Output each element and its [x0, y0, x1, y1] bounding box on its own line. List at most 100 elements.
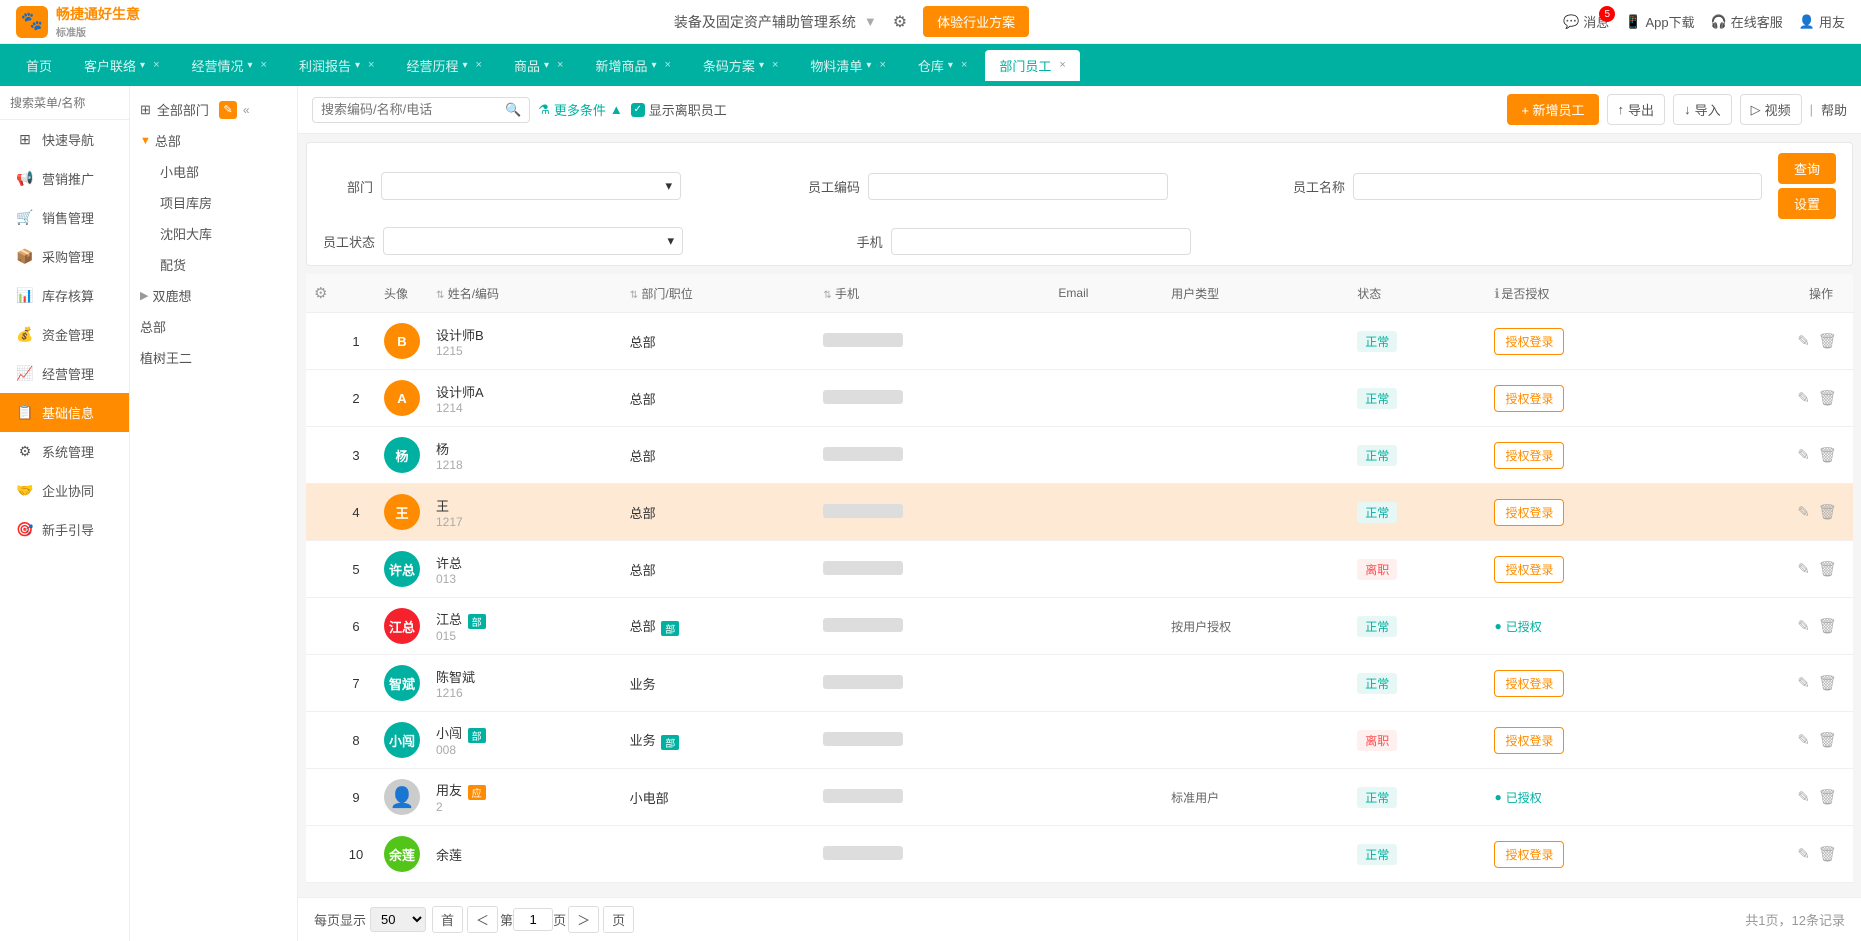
dept-tree-item-xiaodianbu[interactable]: 小电部 [130, 156, 297, 187]
auth-login-btn[interactable]: 授权登录 [1494, 556, 1564, 583]
close-icon[interactable]: × [368, 59, 374, 71]
tab-warehouse[interactable]: 仓库 ▾× [904, 50, 981, 81]
dept-edit-icon[interactable]: ✎ [219, 101, 237, 119]
sidebar-item-operations[interactable]: 📈 经营管理 [0, 354, 129, 393]
add-employee-button[interactable]: + 新增员工 [1507, 94, 1598, 125]
app-download-area[interactable]: 📱 App下载 [1625, 12, 1694, 31]
employee-name[interactable]: 江总 部 [436, 609, 614, 628]
close-icon[interactable]: × [476, 59, 482, 71]
show-resigned-toggle[interactable]: ✓ 显示离职员工 [631, 100, 727, 119]
tab-bom[interactable]: 物料清单 ▾× [796, 50, 899, 81]
sidebar-item-cooperation[interactable]: 🤝 企业协同 [0, 471, 129, 510]
auth-login-btn[interactable]: 授权登录 [1494, 727, 1564, 754]
delete-icon[interactable]: 🗑 [1818, 788, 1837, 806]
sidebar-item-basic-info[interactable]: 📋 基础信息 [0, 393, 129, 432]
dept-tree-item-xiangmu[interactable]: 项目库房 [130, 187, 297, 218]
delete-icon[interactable]: 🗑 [1818, 845, 1837, 863]
close-icon[interactable]: × [961, 59, 967, 71]
emp-name-input[interactable] [1353, 173, 1762, 200]
table-settings-icon[interactable]: ⚙ [314, 285, 327, 302]
delete-icon[interactable]: 🗑 [1818, 731, 1837, 749]
import-button[interactable]: ↓ 导入 [1673, 94, 1732, 125]
dept-tree-item-shenyang[interactable]: 沈阳大库 [130, 218, 297, 249]
next-page-btn[interactable]: ＞ [568, 906, 599, 933]
employee-name[interactable]: 设计师B [436, 325, 614, 344]
delete-icon[interactable]: 🗑 [1818, 617, 1837, 635]
edit-icon[interactable]: ✎ [1797, 788, 1810, 806]
close-icon[interactable]: × [261, 59, 267, 71]
th-dept-pos[interactable]: ⇅ 部门/职位 [622, 274, 816, 313]
edit-icon[interactable]: ✎ [1797, 845, 1810, 863]
prev-page-btn[interactable]: ＜ [467, 906, 498, 933]
delete-icon[interactable]: 🗑 [1818, 446, 1837, 464]
close-icon[interactable]: × [879, 59, 885, 71]
tab-add-goods[interactable]: 新增商品 ▾× [581, 50, 684, 81]
toolbar-search-input[interactable] [321, 102, 501, 117]
sidebar-search-input[interactable] [10, 96, 130, 110]
employee-name[interactable]: 小闯 部 [436, 723, 614, 742]
sidebar-item-marketing[interactable]: 📢 营销推广 [0, 159, 129, 198]
dept-tree-item-peihuo[interactable]: 配货 [130, 249, 297, 280]
dept-tree-item-zongbu[interactable]: ▼ 总部 [130, 125, 297, 156]
tab-history[interactable]: 经营历程 ▾× [392, 50, 495, 81]
edit-icon[interactable]: ✎ [1797, 617, 1810, 635]
sidebar-item-quick-nav[interactable]: ⊞ 快速导航 [0, 120, 129, 159]
close-icon[interactable]: × [557, 59, 563, 71]
delete-icon[interactable]: 🗑 [1818, 389, 1837, 407]
sidebar-item-new-guide[interactable]: 🎯 新手引导 [0, 510, 129, 549]
sidebar-item-system[interactable]: ⚙ 系统管理 [0, 432, 129, 471]
current-page-input[interactable] [513, 908, 553, 931]
video-button[interactable]: ▷ 视频 [1740, 94, 1802, 125]
dept-tree-item-zongbu2[interactable]: 总部 [130, 311, 297, 342]
tab-profit[interactable]: 利润报告 ▾× [285, 50, 388, 81]
edit-icon[interactable]: ✎ [1797, 503, 1810, 521]
close-icon[interactable]: × [1059, 59, 1065, 71]
sidebar-item-sales[interactable]: 🛒 销售管理 [0, 198, 129, 237]
employee-name[interactable]: 杨 [436, 439, 614, 458]
system-dropdown-icon[interactable]: ▼ [864, 14, 877, 29]
th-phone[interactable]: ⇅ 手机 [815, 274, 1050, 313]
emp-code-input[interactable] [868, 173, 1168, 200]
employee-name[interactable]: 余莲 [436, 845, 614, 864]
edit-icon[interactable]: ✎ [1797, 674, 1810, 692]
close-icon[interactable]: × [664, 59, 670, 71]
phone-input[interactable] [891, 228, 1191, 255]
delete-icon[interactable]: 🗑 [1818, 503, 1837, 521]
th-name-code[interactable]: ⇅ 姓名/编码 [428, 274, 622, 313]
employee-name[interactable]: 设计师A [436, 382, 614, 401]
employee-name[interactable]: 许总 [436, 553, 614, 572]
status-filter-select[interactable]: ▾ [383, 227, 683, 255]
edit-icon[interactable]: ✎ [1797, 560, 1810, 578]
dept-collapse-btn[interactable]: « [243, 103, 250, 117]
sidebar-item-purchase[interactable]: 📦 采购管理 [0, 237, 129, 276]
employee-name[interactable]: 王 [436, 496, 614, 515]
last-page-btn[interactable]: 页 [603, 906, 634, 933]
tab-barcode[interactable]: 条码方案 ▾× [689, 50, 792, 81]
auth-login-btn[interactable]: 授权登录 [1494, 841, 1564, 868]
user-area[interactable]: 👤 用友 [1799, 12, 1845, 31]
online-service-area[interactable]: 🎧 在线客服 [1711, 12, 1783, 31]
employee-name[interactable]: 陈智斌 [436, 667, 614, 686]
delete-icon[interactable]: 🗑 [1818, 560, 1837, 578]
sidebar-item-inventory[interactable]: 📊 库存核算 [0, 276, 129, 315]
message-icon-area[interactable]: 💬 5 消息 [1563, 12, 1609, 31]
employee-name[interactable]: 用友 应 [436, 780, 614, 799]
tab-goods[interactable]: 商品 ▾× [500, 50, 577, 81]
export-button[interactable]: ↑ 导出 [1607, 94, 1666, 125]
edit-icon[interactable]: ✎ [1797, 731, 1810, 749]
tab-dept-staff[interactable]: 部门员工 × [985, 50, 1079, 81]
auth-info-icon[interactable]: ℹ [1494, 286, 1499, 301]
dept-filter-select[interactable]: ▾ [381, 172, 681, 200]
resigned-checkbox[interactable]: ✓ [631, 103, 645, 117]
help-label[interactable]: 帮助 [1821, 100, 1847, 119]
close-icon[interactable]: × [772, 59, 778, 71]
auth-login-btn[interactable]: 授权登录 [1494, 499, 1564, 526]
auth-login-btn[interactable]: 授权登录 [1494, 442, 1564, 469]
edit-icon[interactable]: ✎ [1797, 389, 1810, 407]
edit-icon[interactable]: ✎ [1797, 446, 1810, 464]
settings-icon[interactable]: ⚙ [893, 12, 907, 32]
query-button[interactable]: 查询 [1778, 153, 1836, 184]
dept-tree-item-zhishu[interactable]: 植树王二 [130, 342, 297, 373]
delete-icon[interactable]: 🗑 [1818, 332, 1837, 350]
close-icon[interactable]: × [153, 59, 159, 71]
